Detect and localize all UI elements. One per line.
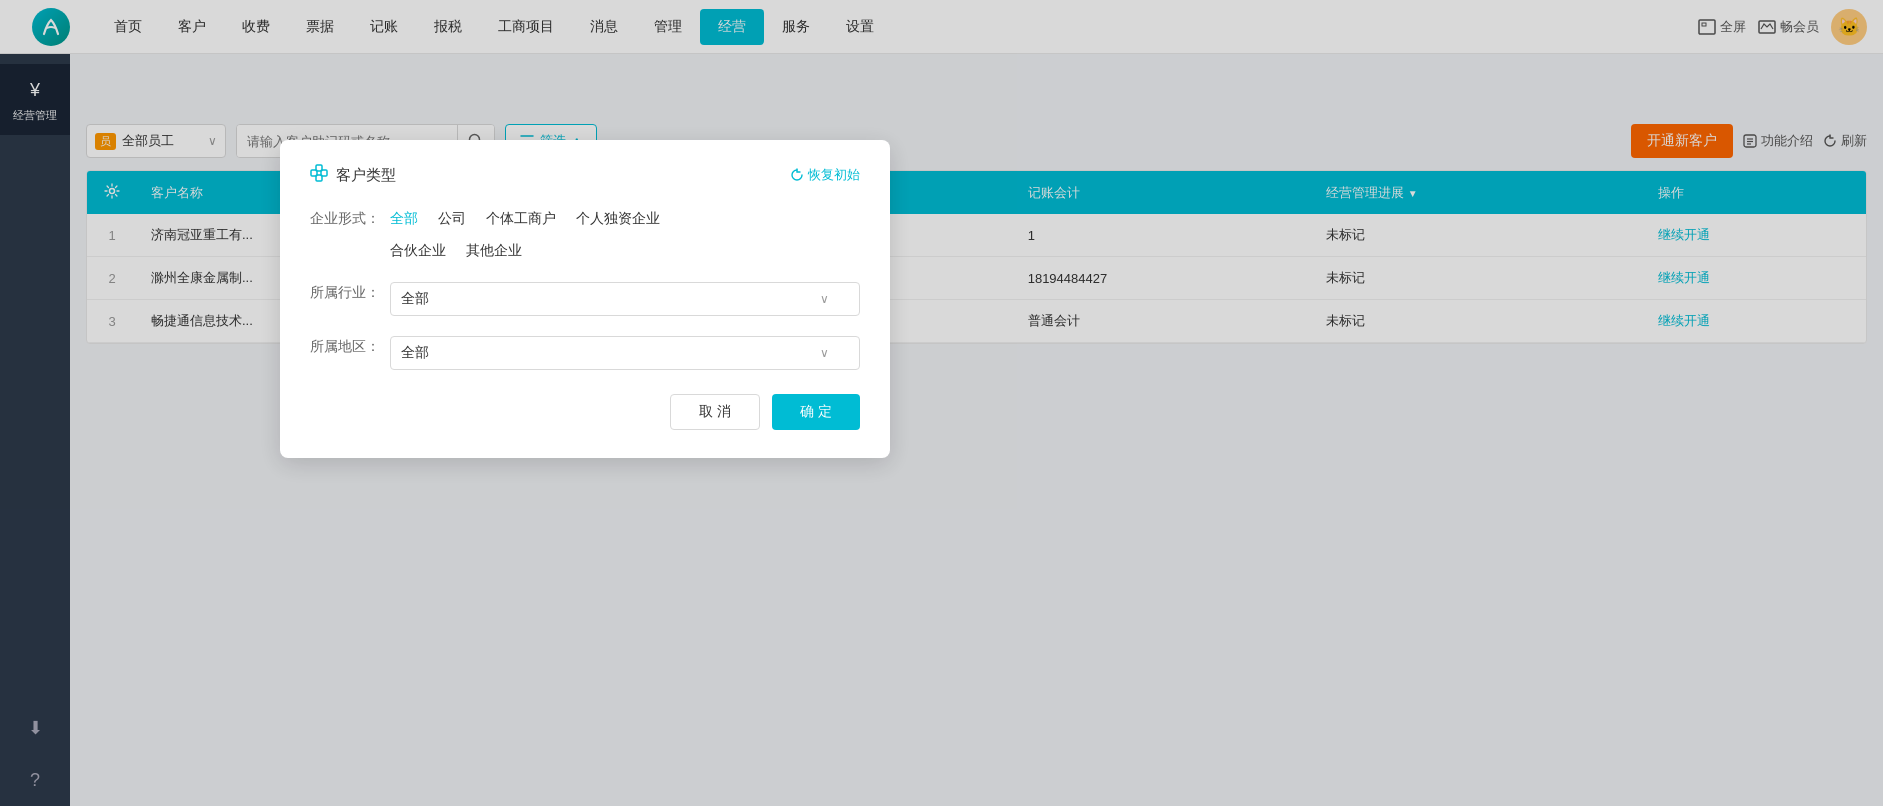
type-option-company[interactable]: 公司 <box>438 208 466 230</box>
modal-header: 客户类型 恢复初始 <box>310 164 860 186</box>
filter-modal: 客户类型 恢复初始 企业形式： 全部 公司 个体工商户 个人独资企业 <box>280 140 890 458</box>
region-label: 所属地区： <box>310 336 390 356</box>
type-option-sole[interactable]: 个人独资企业 <box>576 208 660 230</box>
modal-title: 客户类型 <box>310 164 396 186</box>
enterprise-type-options: 全部 公司 个体工商户 个人独资企业 <box>390 208 860 230</box>
type-option-other[interactable]: 其他企业 <box>466 240 522 262</box>
reset-icon <box>790 168 804 182</box>
cancel-button[interactable]: 取 消 <box>670 394 760 430</box>
region-dropdown-arrow: ∨ <box>820 346 829 360</box>
modal-reset-button[interactable]: 恢复初始 <box>790 166 860 184</box>
region-value: 全部 <box>401 344 429 362</box>
modal-title-text: 客户类型 <box>336 166 396 185</box>
enterprise-type-options-row2: 合伙企业 其他企业 <box>390 240 860 262</box>
type-option-individual[interactable]: 个体工商户 <box>486 208 556 230</box>
enterprise-form-label: 企业形式： <box>310 208 390 228</box>
industry-label: 所属行业： <box>310 282 390 302</box>
modal-title-icon <box>310 164 328 186</box>
type-option-partnership[interactable]: 合伙企业 <box>390 240 446 262</box>
industry-content: 全部 ∨ <box>390 282 860 316</box>
region-select[interactable]: 全部 ∨ <box>390 336 860 370</box>
enterprise-form-row: 企业形式： 全部 公司 个体工商户 个人独资企业 合伙企业 其他企业 <box>310 208 860 262</box>
industry-select[interactable]: 全部 ∨ <box>390 282 860 316</box>
customer-type-icon <box>310 164 328 182</box>
industry-form-row: 所属行业： 全部 ∨ <box>310 282 860 316</box>
reset-label: 恢复初始 <box>808 166 860 184</box>
type-option-all[interactable]: 全部 <box>390 208 418 230</box>
industry-dropdown-arrow: ∨ <box>820 292 829 306</box>
modal-overlay[interactable]: 客户类型 恢复初始 企业形式： 全部 公司 个体工商户 个人独资企业 <box>0 0 1883 806</box>
confirm-button[interactable]: 确 定 <box>772 394 860 430</box>
region-content: 全部 ∨ <box>390 336 860 370</box>
industry-value: 全部 <box>401 290 429 308</box>
modal-footer: 取 消 确 定 <box>310 394 860 430</box>
region-form-row: 所属地区： 全部 ∨ <box>310 336 860 370</box>
enterprise-form-content: 全部 公司 个体工商户 个人独资企业 合伙企业 其他企业 <box>390 208 860 262</box>
